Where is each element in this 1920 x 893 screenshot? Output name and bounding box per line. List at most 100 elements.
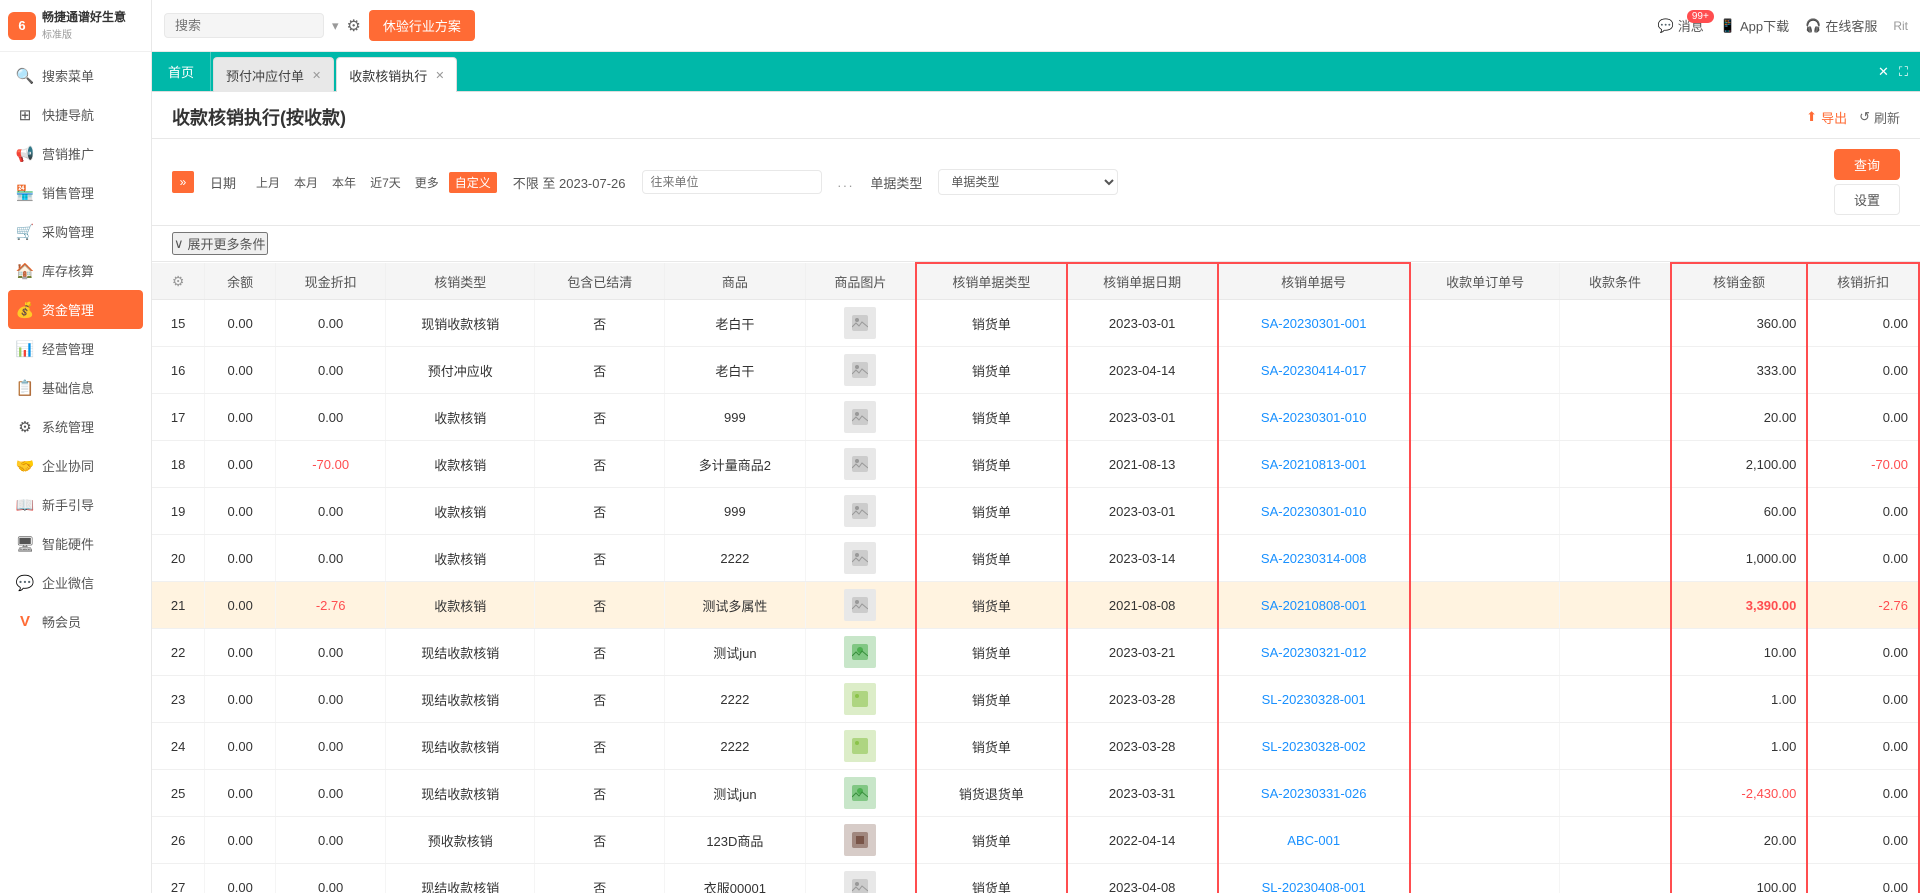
bill-no-link[interactable]: SA-20230331-026 — [1261, 786, 1367, 801]
cell-no: 19 — [152, 488, 205, 535]
cell-cancel-amount: 3,390.00 — [1671, 582, 1808, 629]
base-icon: 📋 — [16, 379, 34, 397]
cell-include-settled: 否 — [535, 300, 665, 347]
sidebar-item-label: 经营管理 — [42, 339, 94, 358]
date-btn-more[interactable]: 更多 — [411, 172, 443, 193]
cell-product-img — [805, 441, 916, 488]
service-icon: 🎧 — [1805, 18, 1821, 34]
sidebar-item-finance[interactable]: 💰 资金管理 — [8, 290, 143, 329]
cell-cancel-type: 现结收款核销 — [386, 676, 535, 723]
query-button[interactable]: 查询 — [1834, 149, 1900, 180]
cell-bill-type: 销货单 — [916, 347, 1067, 394]
chevron-down-icon[interactable]: ▾ — [332, 18, 339, 34]
tab-prepay-label: 预付冲应付单 — [226, 66, 304, 85]
sidebar-item-base[interactable]: 📋 基础信息 — [0, 368, 151, 407]
sidebar-item-shortcut[interactable]: ⊞ 快捷导航 — [0, 95, 151, 134]
app-download-btn[interactable]: 📱 App下载 — [1720, 16, 1789, 35]
bill-no-link[interactable]: SL-20230328-001 — [1262, 692, 1366, 707]
refresh-button[interactable]: ↺ 刷新 — [1859, 108, 1900, 127]
cell-cancel-discount: 0.00 — [1807, 770, 1919, 817]
sidebar-item-inventory[interactable]: 🏠 库存核算 — [0, 251, 151, 290]
bill-no-link[interactable]: SA-20210808-001 — [1261, 598, 1367, 613]
cell-bill-date: 2023-03-14 — [1067, 535, 1218, 582]
sidebar-item-search[interactable]: 🔍 搜索菜单 — [0, 56, 151, 95]
sidebar-item-label: 搜索菜单 — [42, 66, 94, 85]
bill-no-link[interactable]: SA-20230314-008 — [1261, 551, 1367, 566]
sidebar-item-hardware[interactable]: 🖥 智能硬件 — [0, 524, 151, 563]
sidebar-item-wechat[interactable]: 💬 企业微信 — [0, 563, 151, 602]
bill-no-link[interactable]: ABC-001 — [1287, 833, 1340, 848]
tab-home[interactable]: 首页 — [152, 52, 211, 91]
gear-icon: ⚙ — [172, 273, 185, 289]
bill-no-link[interactable]: SL-20230328-002 — [1262, 739, 1366, 754]
tab-receipt-close[interactable]: ✕ — [435, 69, 444, 82]
tab-receipt[interactable]: 收款核销执行 ✕ — [336, 57, 457, 92]
date-btn-custom[interactable]: 自定义 — [449, 172, 497, 193]
cell-cancel-type: 现结收款核销 — [386, 770, 535, 817]
sidebar-item-sales[interactable]: 🏪 销售管理 — [0, 173, 151, 212]
cell-cancel-discount: 0.00 — [1807, 347, 1919, 394]
table-container: ⚙ 余额 现金折扣 核销类型 包含已结清 商品 商品图片 核销单据类型 核销单据… — [152, 262, 1920, 893]
partner-filter-input[interactable] — [642, 170, 822, 194]
message-badge[interactable]: 💬 消息 99+ — [1658, 16, 1704, 35]
cell-include-settled: 否 — [535, 347, 665, 394]
maximize-window-icon[interactable]: ⛶ — [1899, 64, 1908, 80]
topbar-search-input[interactable] — [164, 13, 324, 38]
sidebar-item-system[interactable]: ⚙ 系统管理 — [0, 407, 151, 446]
cell-bill-type: 销货单 — [916, 488, 1067, 535]
export-button[interactable]: ⬆ 导出 — [1806, 108, 1847, 127]
cell-include-settled: 否 — [535, 582, 665, 629]
cell-no: 24 — [152, 723, 205, 770]
online-service-btn[interactable]: 🎧 在线客服 — [1805, 16, 1877, 35]
cell-receipt-order-no — [1410, 864, 1560, 893]
cell-cash-discount: 0.00 — [276, 864, 386, 893]
cell-cash-discount: -70.00 — [276, 441, 386, 488]
bill-no-link[interactable]: SL-20230408-001 — [1262, 880, 1366, 893]
cell-receipt-order-no — [1410, 488, 1560, 535]
bill-no-link[interactable]: SA-20230321-012 — [1261, 645, 1367, 660]
bill-type-filter-label: 单据类型 — [870, 173, 922, 192]
member-icon: V — [16, 613, 34, 631]
cell-cancel-discount: 0.00 — [1807, 864, 1919, 893]
bill-no-link[interactable]: SA-20230301-001 — [1261, 316, 1367, 331]
gear-icon[interactable]: ⚙ — [347, 16, 361, 36]
bill-no-link[interactable]: SA-20230414-017 — [1261, 363, 1367, 378]
date-btn-last-month[interactable]: 上月 — [252, 172, 284, 193]
filter-expand-button[interactable]: » — [172, 171, 194, 193]
cell-cancel-amount: 20.00 — [1671, 394, 1808, 441]
date-btn-this-year[interactable]: 本年 — [328, 172, 360, 193]
sidebar-item-operation[interactable]: 📊 经营管理 — [0, 329, 151, 368]
sidebar-item-enterprise[interactable]: 🤝 企业协同 — [0, 446, 151, 485]
cell-balance: 0.00 — [205, 582, 276, 629]
sidebar-item-purchase[interactable]: 🛒 采购管理 — [0, 212, 151, 251]
cell-include-settled: 否 — [535, 723, 665, 770]
user-name[interactable]: Rit — [1893, 19, 1908, 33]
cell-balance: 0.00 — [205, 300, 276, 347]
sidebar-item-label: 企业协同 — [42, 456, 94, 475]
industry-solution-button[interactable]: 休验行业方案 — [369, 10, 475, 41]
bill-no-link[interactable]: SA-20210813-001 — [1261, 457, 1367, 472]
cell-product-img — [805, 723, 916, 770]
cell-receipt-cond — [1560, 300, 1671, 347]
cell-product-img — [805, 770, 916, 817]
date-btn-this-month[interactable]: 本月 — [290, 172, 322, 193]
cell-product-img — [805, 629, 916, 676]
sidebar-item-marketing[interactable]: 📢 营销推广 — [0, 134, 151, 173]
cell-balance: 0.00 — [205, 441, 276, 488]
tab-prepay[interactable]: 预付冲应付单 ✕ — [213, 57, 334, 92]
bill-type-select[interactable]: 单据类型 — [938, 169, 1118, 195]
settings-button[interactable]: 设置 — [1834, 184, 1900, 215]
bill-no-link[interactable]: SA-20230301-010 — [1261, 410, 1367, 425]
tab-prepay-close[interactable]: ✕ — [312, 69, 321, 82]
cell-balance: 0.00 — [205, 394, 276, 441]
cell-include-settled: 否 — [535, 676, 665, 723]
sidebar-item-member[interactable]: V 畅会员 — [0, 602, 151, 641]
sidebar-item-label: 智能硬件 — [42, 534, 94, 553]
date-btn-7days[interactable]: 近7天 — [366, 172, 405, 193]
close-window-icon[interactable]: ✕ — [1878, 64, 1889, 80]
sidebar-item-guide[interactable]: 📖 新手引导 — [0, 485, 151, 524]
cell-receipt-cond — [1560, 629, 1671, 676]
cell-cancel-amount: 20.00 — [1671, 817, 1808, 864]
bill-no-link[interactable]: SA-20230301-010 — [1261, 504, 1367, 519]
expand-more-button[interactable]: ∨ 展开更多条件 — [172, 232, 268, 255]
